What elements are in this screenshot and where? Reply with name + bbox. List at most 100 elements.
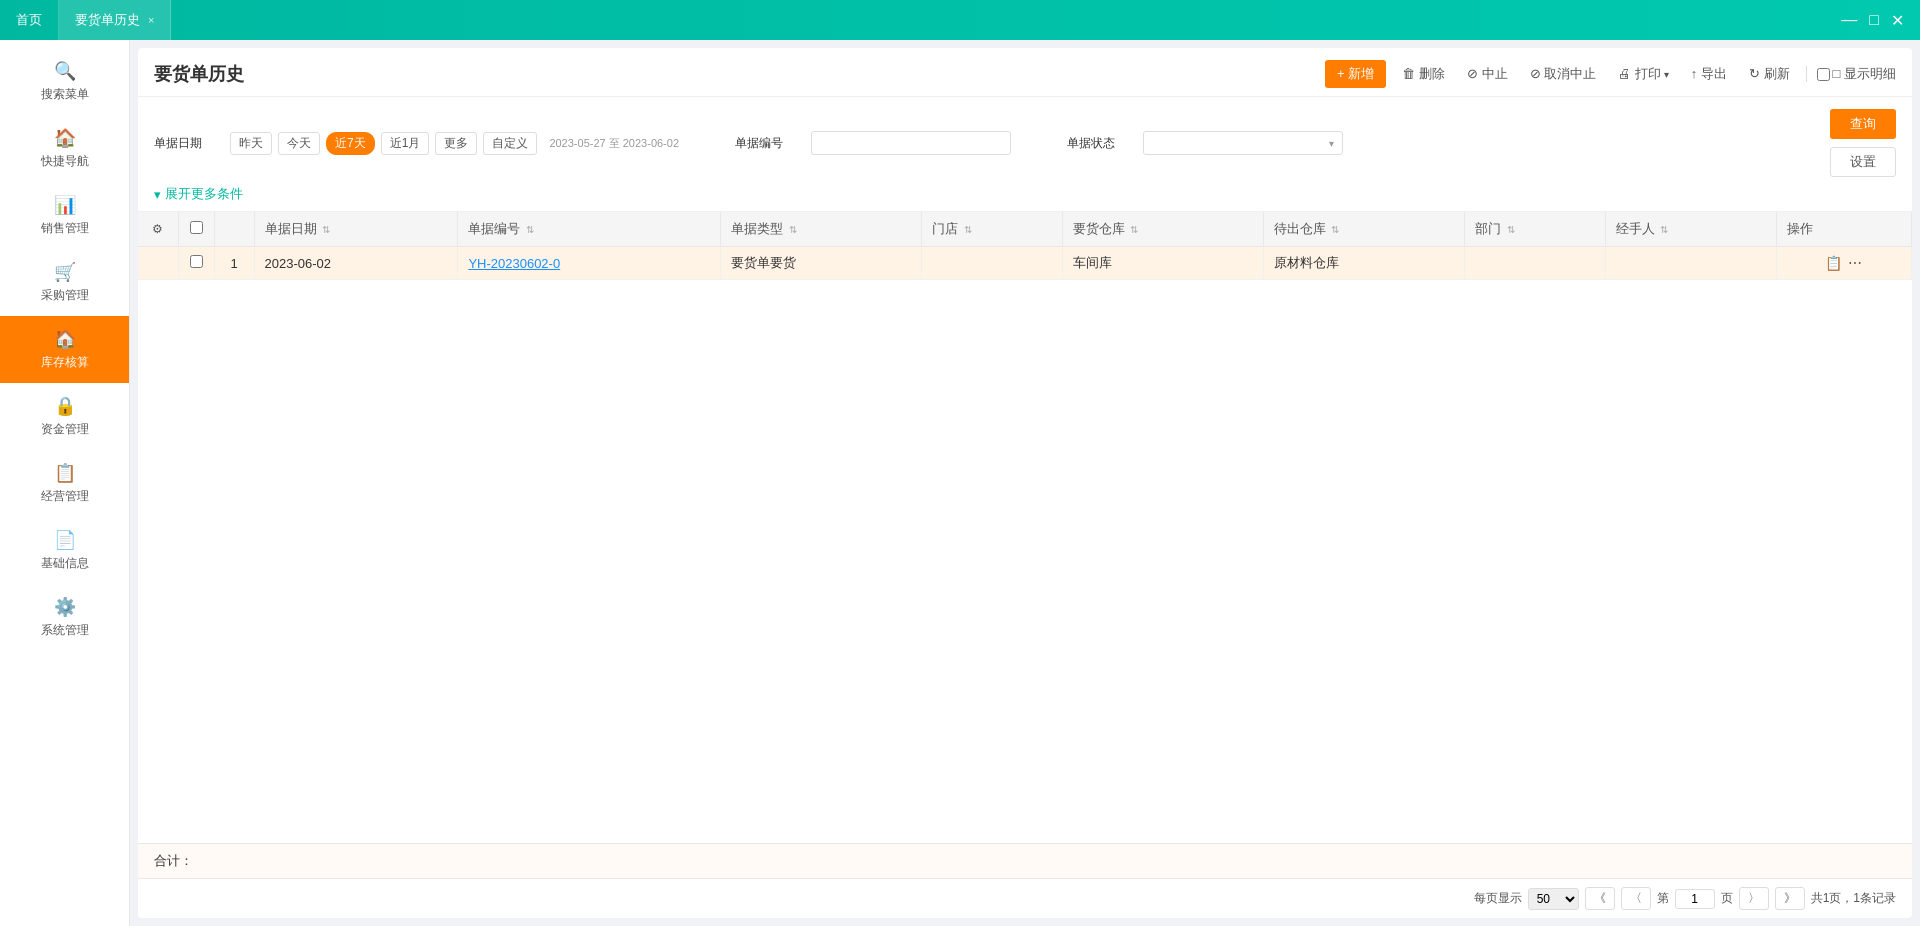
first-page-button[interactable]: 《 bbox=[1585, 887, 1615, 910]
sort-pending-warehouse-icon: ⇅ bbox=[1331, 224, 1339, 235]
col-header-settings[interactable]: ⚙ bbox=[138, 212, 178, 247]
last-page-button[interactable]: 》 bbox=[1775, 887, 1805, 910]
minimize-icon[interactable]: — bbox=[1841, 11, 1857, 29]
inventory-icon: 🏠 bbox=[54, 328, 76, 350]
tab-doc-history-label: 要货单历史 bbox=[75, 11, 140, 29]
new-button[interactable]: + 新增 bbox=[1325, 60, 1386, 88]
print-button[interactable]: 🖨 打印 ▾ bbox=[1612, 61, 1675, 87]
tab-close-icon[interactable]: × bbox=[148, 14, 154, 26]
maximize-icon[interactable]: □ bbox=[1869, 11, 1879, 29]
date-btn-more[interactable]: 更多 bbox=[435, 132, 477, 155]
sidebar-item-system[interactable]: ⚙️ 系统管理 bbox=[0, 584, 129, 651]
toolbar: + 新增 🗑 删除 ⊘ 中止 ⊘ 取消中止 🖨 打印 ▾ ↑ 导出 bbox=[1325, 60, 1896, 88]
date-btn-yesterday[interactable]: 昨天 bbox=[230, 132, 272, 155]
page-size-label: 每页显示 bbox=[1474, 890, 1522, 907]
settings-button[interactable]: 设置 bbox=[1830, 147, 1896, 177]
row-view-icon[interactable]: 📋 bbox=[1825, 255, 1842, 271]
purchase-icon: 🛒 bbox=[54, 261, 76, 283]
sidebar-item-purchase-label: 采购管理 bbox=[41, 287, 89, 304]
filter-doc-status-select[interactable] bbox=[1152, 136, 1334, 150]
col-header-department[interactable]: 部门 ⇅ bbox=[1465, 212, 1606, 247]
row-actions: 📋 ⋯ bbox=[1776, 247, 1911, 280]
page-label: 第 bbox=[1657, 890, 1669, 907]
page-number-input[interactable] bbox=[1675, 889, 1715, 909]
action-icons: 📋 ⋯ bbox=[1787, 255, 1901, 271]
expand-chevron-icon: ▾ bbox=[154, 187, 161, 202]
filter-doc-number-input[interactable] bbox=[811, 131, 1011, 155]
new-button-label: + 新增 bbox=[1337, 65, 1374, 83]
sidebar-item-sales-label: 销售管理 bbox=[41, 220, 89, 237]
stop-button[interactable]: ⊘ 中止 bbox=[1461, 61, 1514, 87]
sidebar-item-finance-label: 资金管理 bbox=[41, 421, 89, 438]
delete-button-label: 🗑 删除 bbox=[1402, 65, 1445, 83]
filter-row-1: 单据日期 昨天 今天 近7天 近1月 更多 自定义 2023-05-27 至 2… bbox=[154, 109, 1896, 177]
filter-area: 单据日期 昨天 今天 近7天 近1月 更多 自定义 2023-05-27 至 2… bbox=[138, 97, 1912, 212]
row-doc-number-link[interactable]: YH-20230602-0 bbox=[468, 256, 560, 271]
row-num: 1 bbox=[214, 247, 254, 280]
select-all-checkbox[interactable] bbox=[190, 221, 203, 234]
sidebar-item-basic[interactable]: 📄 基础信息 bbox=[0, 517, 129, 584]
table-body: 1 2023-06-02 YH-20230602-0 要货单要货 bbox=[138, 247, 1912, 280]
sidebar-item-search-menu[interactable]: 🔍 搜索菜单 bbox=[0, 48, 129, 115]
close-icon[interactable]: ✕ bbox=[1891, 11, 1904, 30]
tab-bar: 首页 要货单历史 × bbox=[0, 0, 1825, 40]
sort-doc-date-icon: ⇅ bbox=[322, 224, 330, 235]
col-header-doc-date[interactable]: 单据日期 ⇅ bbox=[254, 212, 458, 247]
sidebar-item-inventory[interactable]: 🏠 库存核算 bbox=[0, 316, 129, 383]
tab-doc-history[interactable]: 要货单历史 × bbox=[59, 0, 171, 40]
export-button[interactable]: ↑ 导出 bbox=[1685, 61, 1733, 87]
row-doc-type: 要货单要货 bbox=[721, 247, 922, 280]
filter-date-buttons: 昨天 今天 近7天 近1月 更多 自定义 2023-05-27 至 2023-0… bbox=[230, 132, 679, 155]
next-page-button[interactable]: 〉 bbox=[1739, 887, 1769, 910]
table-row: 1 2023-06-02 YH-20230602-0 要货单要货 bbox=[138, 247, 1912, 280]
cancel-stop-button[interactable]: ⊘ 取消中止 bbox=[1524, 61, 1603, 87]
system-icon: ⚙️ bbox=[54, 596, 76, 618]
page-size-select[interactable]: 50 10 20 100 bbox=[1528, 888, 1579, 910]
data-table: ⚙ 单据日期 ⇅ 单据编号 ⇅ bbox=[138, 212, 1912, 280]
display-detail-button[interactable]: □ 显示明细 bbox=[1817, 65, 1896, 83]
display-detail-checkbox[interactable] bbox=[1817, 68, 1830, 81]
col-header-doc-type[interactable]: 单据类型 ⇅ bbox=[721, 212, 922, 247]
row-more-icon[interactable]: ⋯ bbox=[1848, 255, 1862, 271]
sidebar-item-quick-nav[interactable]: 🏠 快捷导航 bbox=[0, 115, 129, 182]
row-department bbox=[1465, 247, 1606, 280]
sidebar-item-operations[interactable]: 📋 经营管理 bbox=[0, 450, 129, 517]
date-btn-1month[interactable]: 近1月 bbox=[381, 132, 430, 155]
col-header-handler[interactable]: 经手人 ⇅ bbox=[1605, 212, 1776, 247]
tab-home[interactable]: 首页 bbox=[0, 0, 59, 40]
sidebar-item-sales[interactable]: 📊 销售管理 bbox=[0, 182, 129, 249]
col-header-req-warehouse[interactable]: 要货仓库 ⇅ bbox=[1062, 212, 1263, 247]
cancel-stop-button-label: ⊘ 取消中止 bbox=[1530, 65, 1597, 83]
date-btn-7days[interactable]: 近7天 bbox=[326, 132, 375, 155]
date-btn-custom[interactable]: 自定义 bbox=[483, 132, 537, 155]
expand-conditions-button[interactable]: ▾ 展开更多条件 bbox=[154, 185, 1896, 203]
query-button[interactable]: 查询 bbox=[1830, 109, 1896, 139]
row-pending-warehouse: 原材料仓库 bbox=[1264, 247, 1465, 280]
col-doc-type-label: 单据类型 bbox=[731, 221, 783, 236]
col-header-actions: 操作 bbox=[1776, 212, 1911, 247]
col-header-doc-number[interactable]: 单据编号 ⇅ bbox=[458, 212, 721, 247]
col-header-store[interactable]: 门店 ⇅ bbox=[922, 212, 1063, 247]
display-detail-label: □ 显示明细 bbox=[1833, 65, 1896, 83]
col-header-pending-warehouse[interactable]: 待出仓库 ⇅ bbox=[1264, 212, 1465, 247]
sidebar-item-purchase[interactable]: 🛒 采购管理 bbox=[0, 249, 129, 316]
sidebar-item-finance[interactable]: 🔒 资金管理 bbox=[0, 383, 129, 450]
refresh-button[interactable]: ↻ 刷新 bbox=[1743, 61, 1796, 87]
window-controls: — □ ✕ bbox=[1825, 11, 1920, 30]
delete-button[interactable]: 🗑 删除 bbox=[1396, 61, 1451, 87]
prev-page-button[interactable]: 〈 bbox=[1621, 887, 1651, 910]
sidebar-item-search-menu-label: 搜索菜单 bbox=[41, 86, 89, 103]
col-pending-warehouse-label: 待出仓库 bbox=[1274, 221, 1326, 236]
search-menu-icon: 🔍 bbox=[54, 60, 76, 82]
export-button-label: ↑ 导出 bbox=[1691, 65, 1727, 83]
print-button-label: 🖨 打印 bbox=[1618, 65, 1661, 83]
sort-req-warehouse-icon: ⇅ bbox=[1130, 224, 1138, 235]
col-actions-label: 操作 bbox=[1787, 221, 1813, 236]
row-checkbox[interactable] bbox=[190, 255, 203, 268]
table-footer: 合计： bbox=[138, 843, 1912, 878]
filter-actions: 查询 设置 bbox=[1830, 109, 1896, 177]
date-btn-today[interactable]: 今天 bbox=[278, 132, 320, 155]
filter-doc-status-select-wrapper[interactable]: ▾ bbox=[1143, 131, 1343, 155]
sort-handler-icon: ⇅ bbox=[1660, 224, 1668, 235]
select-chevron-icon: ▾ bbox=[1329, 138, 1334, 149]
